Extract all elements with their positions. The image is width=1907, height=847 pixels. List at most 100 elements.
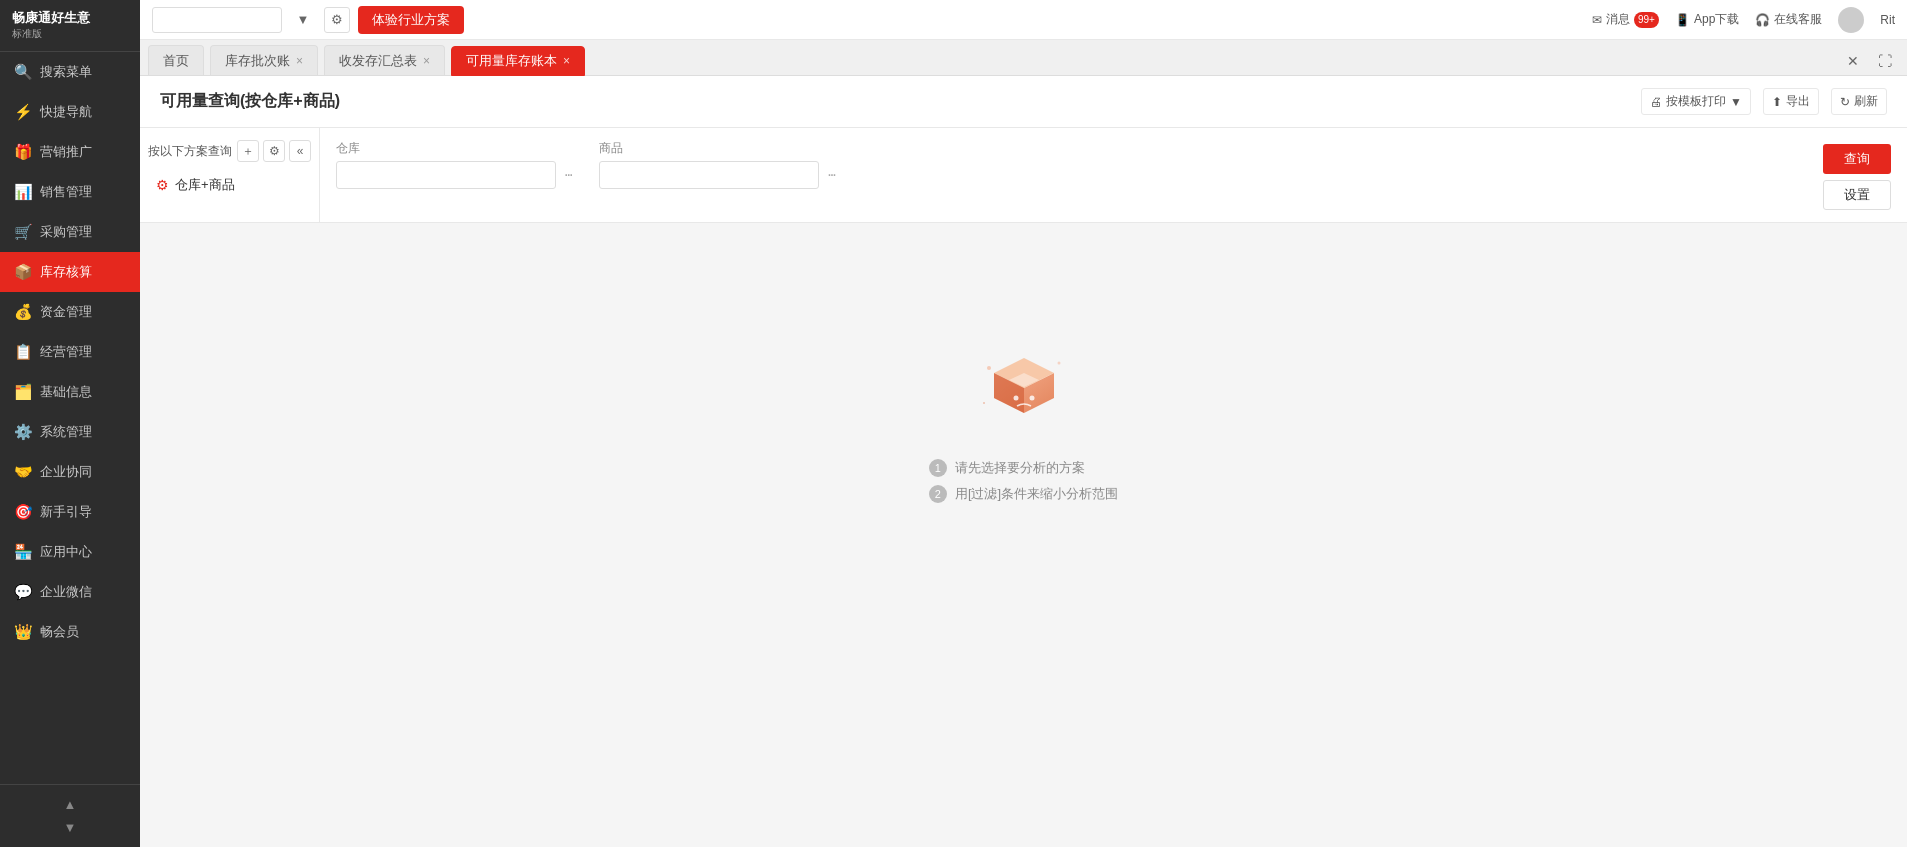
enterprise-icon: 🤝 (14, 463, 32, 481)
marketing-icon: 🎁 (14, 143, 32, 161)
sidebar-item-shortcut[interactable]: ⚡ 快捷导航 (0, 92, 140, 132)
svg-point-6 (987, 366, 991, 370)
system-icon: ⚙️ (14, 423, 32, 441)
operation-icon: 📋 (14, 343, 32, 361)
add-scheme-btn[interactable]: ＋ (237, 140, 259, 162)
sidebar-item-label: 畅会员 (40, 623, 79, 641)
export-label: 导出 (1786, 93, 1810, 110)
sidebar-item-label: 营销推广 (40, 143, 92, 161)
sidebar-item-operation[interactable]: 📋 经营管理 (0, 332, 140, 372)
sidebar-header: 畅康通好生意 标准版 (0, 0, 140, 52)
industry-button[interactable]: 体验行业方案 (358, 6, 464, 34)
app-download-button[interactable]: 📱 App下载 (1675, 11, 1739, 28)
print-icon: 🖨 (1650, 95, 1662, 109)
messages-button[interactable]: ✉ 消息 99+ (1592, 11, 1659, 28)
export-button[interactable]: ⬆ 导出 (1763, 88, 1819, 115)
product-input[interactable] (599, 161, 819, 189)
refresh-label: 刷新 (1854, 93, 1878, 110)
settings-icon[interactable]: ⚙ (324, 7, 350, 33)
scroll-up-btn[interactable]: ▲ (0, 793, 140, 816)
sidebar-item-label: 企业微信 (40, 583, 92, 601)
filter-main: 仓库 ··· 商品 ··· 查询 设置 (320, 128, 1907, 222)
sidebar: 畅康通好生意 标准版 🔍 搜索菜单 ⚡ 快捷导航 🎁 营销推广 📊 销售管理 🛒… (0, 0, 140, 847)
sidebar-item-enterprise[interactable]: 🤝 企业协同 (0, 452, 140, 492)
dropdown-icon[interactable]: ▼ (290, 7, 316, 33)
main-area: ▼ ⚙ 体验行业方案 ✉ 消息 99+ 📱 App下载 🎧 在线客服 Rit 首… (140, 0, 1907, 847)
sidebar-item-finance[interactable]: 💰 资金管理 (0, 292, 140, 332)
query-button[interactable]: 查询 (1823, 144, 1891, 174)
svg-point-5 (1029, 396, 1034, 401)
appcenter-icon: 🏪 (14, 543, 32, 561)
sidebar-item-label: 新手引导 (40, 503, 92, 521)
tab-receive-summary-close[interactable]: × (423, 55, 430, 67)
product-more-btn[interactable]: ··· (823, 166, 838, 184)
shortcut-icon: ⚡ (14, 103, 32, 121)
sidebar-item-label: 资金管理 (40, 303, 92, 321)
tab-close-all-btn[interactable]: ✕ (1839, 47, 1867, 75)
product-field: 商品 ··· (599, 140, 838, 189)
online-service-button[interactable]: 🎧 在线客服 (1755, 11, 1822, 28)
avatar[interactable] (1838, 7, 1864, 33)
sidebar-item-label: 采购管理 (40, 223, 92, 241)
product-label: 商品 (599, 140, 838, 157)
warehouse-input[interactable] (336, 161, 556, 189)
sidebar-item-search[interactable]: 🔍 搜索菜单 (0, 52, 140, 92)
print-button[interactable]: 🖨 按模板打印 ▼ (1641, 88, 1751, 115)
tab-batch-ledger-label: 库存批次账 (225, 52, 290, 70)
sidebar-item-basic[interactable]: 🗂️ 基础信息 (0, 372, 140, 412)
tab-home[interactable]: 首页 (148, 45, 204, 75)
tip-num-1: 1 (929, 459, 947, 477)
search-input[interactable] (152, 7, 282, 33)
sidebar-item-label: 销售管理 (40, 183, 92, 201)
filter-sidebar-icons: ＋ ⚙ « (237, 140, 311, 162)
message-icon: ✉ (1592, 13, 1602, 27)
topbar-right: ✉ 消息 99+ 📱 App下载 🎧 在线客服 Rit (1592, 7, 1895, 33)
sidebar-item-purchase[interactable]: 🛒 采购管理 (0, 212, 140, 252)
refresh-button[interactable]: ↻ 刷新 (1831, 88, 1887, 115)
collapse-btn[interactable]: « (289, 140, 311, 162)
sidebar-item-label: 搜索菜单 (40, 63, 92, 81)
sidebar-nav: 🔍 搜索菜单 ⚡ 快捷导航 🎁 营销推广 📊 销售管理 🛒 采购管理 📦 库存核… (0, 52, 140, 784)
tab-batch-ledger[interactable]: 库存批次账 × (210, 45, 318, 75)
scheme-icon: ⚙ (156, 177, 169, 193)
tab-available-ledger-close[interactable]: × (563, 54, 570, 68)
sidebar-item-marketing[interactable]: 🎁 营销推广 (0, 132, 140, 172)
warehouse-more-btn[interactable]: ··· (560, 166, 575, 184)
sidebar-item-member[interactable]: 👑 畅会员 (0, 612, 140, 652)
filter-sidebar-header: 按以下方案查询 ＋ ⚙ « (148, 140, 311, 162)
sidebar-item-label: 系统管理 (40, 423, 92, 441)
sidebar-item-label: 应用中心 (40, 543, 92, 561)
sidebar-item-label: 企业协同 (40, 463, 92, 481)
sidebar-item-label: 快捷导航 (40, 103, 92, 121)
tip-text-2: 用[过滤]条件来缩小分析范围 (955, 485, 1118, 503)
sidebar-item-guide[interactable]: 🎯 新手引导 (0, 492, 140, 532)
sidebar-item-wechat[interactable]: 💬 企业微信 (0, 572, 140, 612)
sidebar-item-appcenter[interactable]: 🏪 应用中心 (0, 532, 140, 572)
empty-state: 1 请先选择要分析的方案 2 用[过滤]条件来缩小分析范围 (140, 223, 1907, 623)
topbar: ▼ ⚙ 体验行业方案 ✉ 消息 99+ 📱 App下载 🎧 在线客服 Rit (140, 0, 1907, 40)
sidebar-item-sales[interactable]: 📊 销售管理 (0, 172, 140, 212)
tab-receive-summary[interactable]: 收发存汇总表 × (324, 45, 445, 75)
print-label: 按模板打印 (1666, 93, 1726, 110)
app-name: 畅康通好生意 (12, 10, 128, 27)
username: Rit (1880, 13, 1895, 27)
scheme-warehouse-product[interactable]: ⚙ 仓库+商品 (148, 170, 311, 200)
app-download-label: App下载 (1694, 11, 1739, 28)
tab-expand-btn[interactable]: ⛶ (1871, 47, 1899, 75)
sales-icon: 📊 (14, 183, 32, 201)
app-sub: 标准版 (12, 27, 128, 41)
app-download-icon: 📱 (1675, 13, 1690, 27)
tab-available-ledger-label: 可用量库存账本 (466, 52, 557, 70)
tab-available-ledger[interactable]: 可用量库存账本 × (451, 46, 585, 76)
svg-point-8 (983, 402, 985, 404)
guide-icon: 🎯 (14, 503, 32, 521)
wechat-icon: 💬 (14, 583, 32, 601)
settings-button[interactable]: 设置 (1823, 180, 1891, 210)
scroll-down-btn[interactable]: ▼ (0, 816, 140, 839)
page-header-actions: 🖨 按模板打印 ▼ ⬆ 导出 ↻ 刷新 (1641, 88, 1887, 115)
sidebar-item-system[interactable]: ⚙️ 系统管理 (0, 412, 140, 452)
sidebar-item-inventory[interactable]: 📦 库存核算 (0, 252, 140, 292)
manage-scheme-btn[interactable]: ⚙ (263, 140, 285, 162)
product-input-row: ··· (599, 161, 838, 189)
tab-batch-ledger-close[interactable]: × (296, 55, 303, 67)
